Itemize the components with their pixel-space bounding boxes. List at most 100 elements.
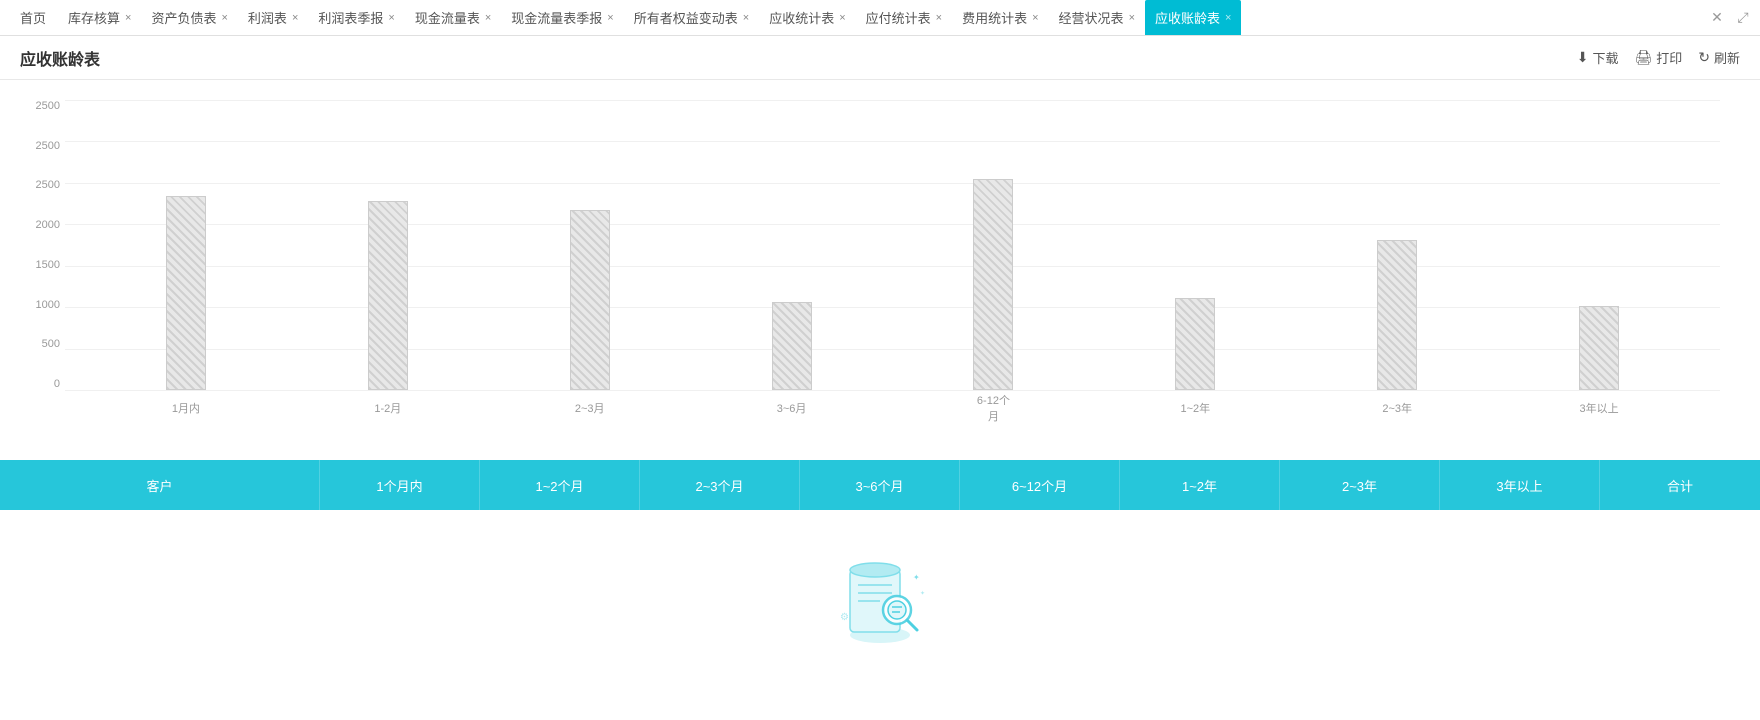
tab-home-label: 首页 [20,8,46,27]
bar-group-1 [368,201,408,390]
x-label-5: 1~2年 [1175,395,1215,420]
th-7: 2~3年 [1280,460,1440,510]
tab-cashflow-quarter-close[interactable]: × [607,12,613,24]
tab-home[interactable]: 首页 [8,0,58,36]
tab-ar-aging-label: 应收账龄表 [1155,8,1220,27]
tab-profit-quarter-close[interactable]: × [388,12,394,24]
tab-ap-stat[interactable]: 应付统计表 × [856,0,952,36]
refresh-label: 刷新 [1714,48,1740,67]
tab-operation-close[interactable]: × [1129,12,1135,24]
bar-group-7 [1579,306,1619,390]
x-axis: 1月内 1-2月 2~3月 3~6月 6-12个月 1~2年 2~3年 3年以上 [65,395,1720,420]
download-label: 下载 [1592,48,1618,67]
bar-5 [1175,298,1215,390]
tab-ap-stat-close[interactable]: × [936,12,942,24]
tab-inventory-label: 库存核算 [68,8,120,27]
tab-expense-stat[interactable]: 费用统计表 × [952,0,1048,36]
print-label: 打印 [1656,48,1682,67]
x-label-2: 2~3月 [570,395,610,420]
chart-inner [65,100,1720,390]
th-6: 1~2年 [1120,460,1280,510]
th-8: 3年以上 [1440,460,1600,510]
tab-equity-close[interactable]: × [743,12,749,24]
tab-balance-label: 资产负债表 [151,8,216,27]
tab-profit[interactable]: 利润表 × [238,0,308,36]
tab-cashflow-quarter[interactable]: 现金流量表季报 × [501,0,623,36]
header-actions: ⬇ 下载 🖨 打印 ↻ 刷新 [1577,48,1740,67]
tab-cashflow[interactable]: 现金流量表 × [405,0,501,36]
print-icon: 🖨 [1634,49,1652,66]
tab-operation-label: 经营状况表 [1059,8,1124,27]
y-label-2000: 2000 [36,219,60,231]
tab-ar-stat[interactable]: 应收统计表 × [759,0,855,36]
empty-state: ✦ ✦ ⚙ [0,510,1760,690]
th-9: 合计 [1600,460,1760,510]
tab-bar: 首页 库存核算 × 资产负债表 × 利润表 × 利润表季报 × 现金流量表 × … [0,0,1760,36]
bar-group-5 [1175,298,1215,390]
tab-inventory[interactable]: 库存核算 × [58,0,141,36]
tab-cashflow-label: 现金流量表 [415,8,480,27]
tab-expense-stat-label: 费用统计表 [962,8,1027,27]
table-body: ✦ ✦ ⚙ [0,510,1760,690]
window-controls: ✕ ⤢ [1708,9,1752,27]
tab-profit-quarter-label: 利润表季报 [318,8,383,27]
tab-profit-quarter[interactable]: 利润表季报 × [308,0,404,36]
tab-balance[interactable]: 资产负债表 × [141,0,237,36]
y-label-2500-3: 2500 [36,179,60,191]
x-label-1: 1-2月 [368,395,408,420]
tab-inventory-close[interactable]: × [125,12,131,24]
x-label-3: 3~6月 [772,395,812,420]
y-label-1000: 1000 [36,299,60,311]
main-content: 2500 2500 2500 2000 1500 1000 500 0 [0,80,1760,720]
tab-operation[interactable]: 经营状况表 × [1049,0,1145,36]
refresh-icon: ↻ [1698,49,1710,66]
bar-0 [166,196,206,390]
th-2: 1~2个月 [480,460,640,510]
tab-expense-stat-close[interactable]: × [1032,12,1038,24]
bar-group-0 [166,196,206,390]
download-button[interactable]: ⬇ 下载 [1577,48,1619,67]
tab-equity[interactable]: 所有者权益变动表 × [624,0,759,36]
chart-area: 2500 2500 2500 2000 1500 1000 500 0 [0,80,1760,460]
tab-profit-close[interactable]: × [292,12,298,24]
bar-3 [772,302,812,390]
tab-profit-label: 利润表 [248,8,287,27]
bar-1 [368,201,408,390]
th-5: 6~12个月 [960,460,1120,510]
svg-text:✦: ✦ [920,590,925,597]
th-3: 2~3个月 [640,460,800,510]
x-label-4: 6-12个月 [973,395,1013,420]
svg-text:⚙: ⚙ [840,612,849,623]
refresh-button[interactable]: ↻ 刷新 [1698,48,1740,67]
tab-ar-stat-label: 应收统计表 [769,8,834,27]
tab-cashflow-close[interactable]: × [485,12,491,24]
x-label-0: 1月内 [166,395,206,420]
bar-group-2 [570,210,610,390]
empty-illustration: ✦ ✦ ⚙ [825,550,935,650]
close-window-button[interactable]: ✕ [1708,9,1726,27]
bar-2 [570,210,610,390]
maximize-window-button[interactable]: ⤢ [1734,9,1752,27]
bars-container [65,100,1720,390]
tab-ar-stat-close[interactable]: × [839,12,845,24]
print-button[interactable]: 🖨 打印 [1634,48,1682,67]
x-label-7: 3年以上 [1579,395,1619,420]
table-header: 客户1个月内1~2个月2~3个月3~6个月6~12个月1~2年2~3年3年以上合… [0,460,1760,510]
tab-ar-aging[interactable]: 应收账龄表 × [1145,0,1241,36]
y-label-500: 500 [42,338,60,350]
download-icon: ⬇ [1577,49,1589,66]
x-label-6: 2~3年 [1377,395,1417,420]
y-label-2500-2: 2500 [36,140,60,152]
th-1: 1个月内 [320,460,480,510]
bar-6 [1377,240,1417,390]
y-label-0: 0 [54,378,60,390]
bar-group-6 [1377,240,1417,390]
tab-ap-stat-label: 应付统计表 [866,8,931,27]
bar-7 [1579,306,1619,390]
page-title: 应收账龄表 [20,46,100,70]
tab-equity-label: 所有者权益变动表 [634,8,738,27]
tab-balance-close[interactable]: × [221,12,227,24]
grid-line-bottom [65,390,1720,391]
tab-ar-aging-close[interactable]: × [1225,12,1231,24]
svg-text:✦: ✦ [913,573,920,582]
